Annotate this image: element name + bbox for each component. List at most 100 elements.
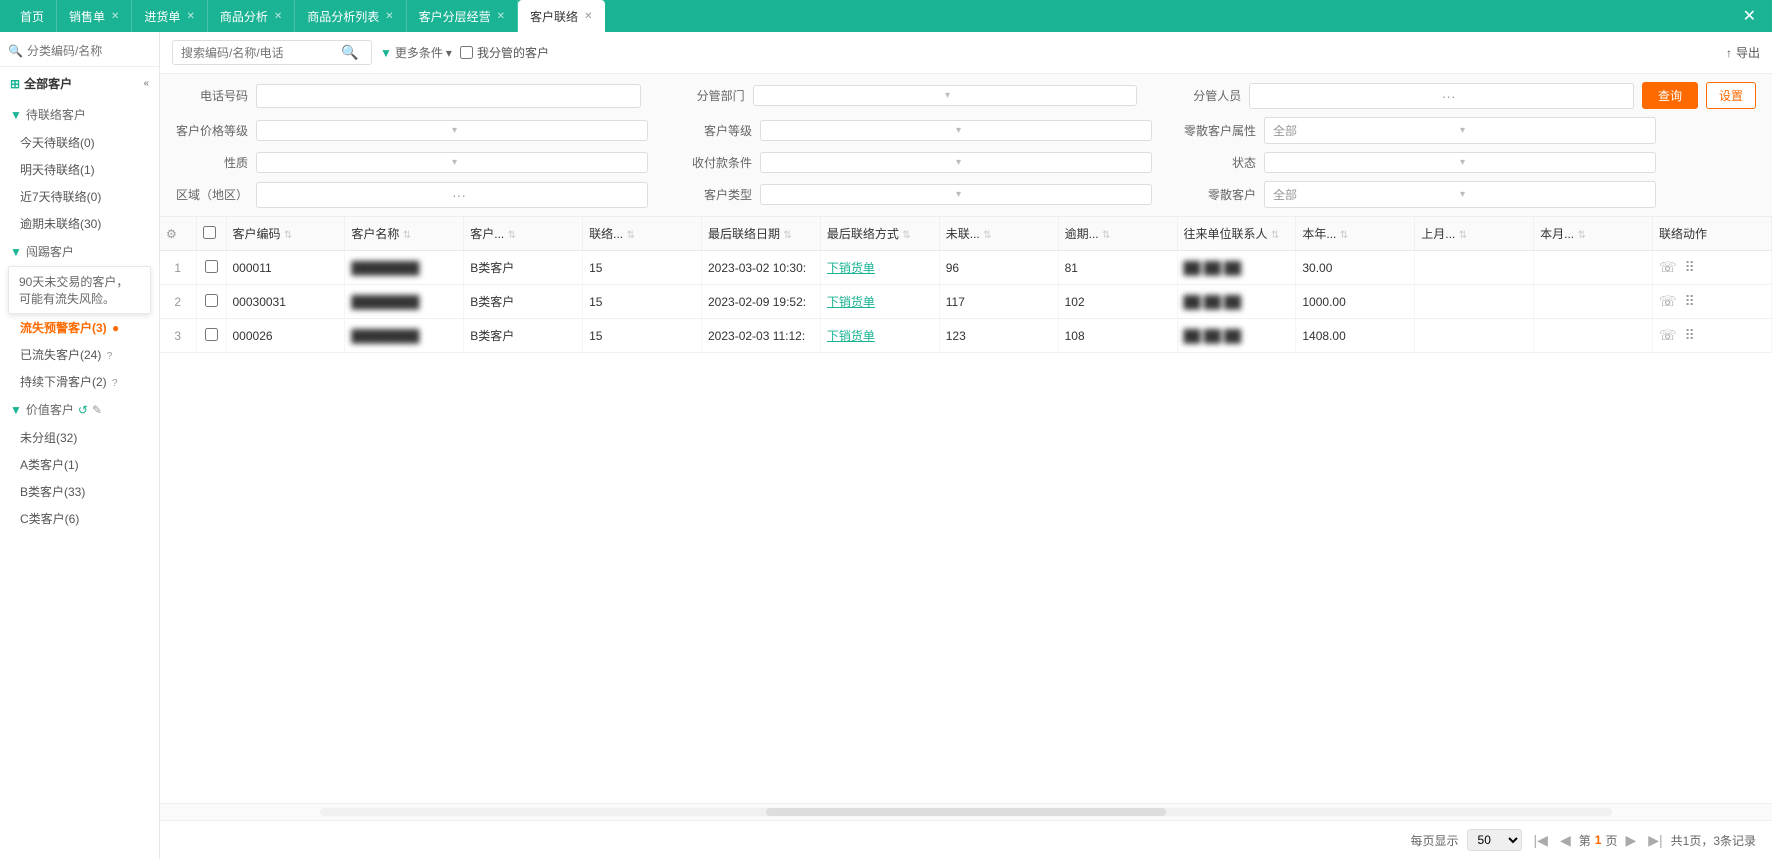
tab-purchase-close[interactable]: ✕ [186, 11, 194, 22]
zero-customer-select[interactable]: 全部 ▾ [1264, 181, 1656, 208]
warning-icon: ● [112, 321, 119, 335]
price-level-select[interactable]: ▾ [256, 120, 648, 141]
sort-code-icon[interactable]: ⇅ [284, 230, 292, 241]
tab-purchase[interactable]: 进货单 ✕ [132, 0, 207, 32]
sidebar-item-declining[interactable]: 持续下滑客户(2) ? [0, 368, 159, 395]
td-checkbox[interactable] [196, 319, 226, 353]
sidebar-group-lost[interactable]: ▼ 闯踢客户 [0, 237, 159, 266]
action-contact-icon-1[interactable]: ☏ [1659, 293, 1677, 310]
sidebar-all-customers[interactable]: ⊞ 全部客户 « [0, 67, 159, 100]
data-table: ⚙ 客户编码 ⇅ 客户名称 ⇅ [160, 217, 1772, 353]
sort-unit-contact-icon[interactable]: ⇅ [1271, 230, 1279, 241]
tab-customer-contact-close[interactable]: ✕ [584, 11, 592, 22]
customer-type-select[interactable]: ▾ [760, 184, 1152, 205]
td-last-method[interactable]: 下销货单 [820, 285, 939, 319]
action-more-icon-1[interactable]: ⠿ [1685, 293, 1695, 310]
tab-customer-contact[interactable]: 客户联络 ✕ [518, 0, 605, 32]
row-checkbox-2[interactable] [205, 328, 218, 341]
phone-input[interactable] [256, 84, 641, 108]
sidebar-search-input[interactable] [27, 44, 151, 58]
export-btn[interactable]: ↑ 导出 [1726, 44, 1760, 61]
td-last-method[interactable]: 下销货单 [820, 319, 939, 353]
sort-this-month-icon[interactable]: ⇅ [1577, 230, 1585, 241]
status-select[interactable]: ▾ [1264, 152, 1656, 173]
action-contact-icon-2[interactable]: ☏ [1659, 327, 1677, 344]
payment-select[interactable]: ▾ [760, 152, 1152, 173]
search-input[interactable] [181, 46, 341, 60]
sidebar-group-value[interactable]: ▼ 价值客户 ↺ ✎ [0, 395, 159, 424]
grid-settings-icon[interactable]: ⚙ [166, 227, 177, 241]
td-num: 1 [160, 251, 196, 285]
sort-not-contact-icon[interactable]: ⇅ [983, 230, 991, 241]
tab-customer-segment[interactable]: 客户分层经营 ✕ [407, 0, 518, 32]
window-close-btn[interactable]: ✕ [1735, 6, 1764, 26]
sidebar-item-unassigned[interactable]: 未分组(32) [0, 424, 159, 451]
refresh-icon[interactable]: ↺ [78, 403, 88, 417]
search-submit-icon[interactable]: 🔍 [341, 44, 358, 61]
staff-ellipsis[interactable]: ··· [1442, 88, 1625, 104]
sidebar-item-class-b[interactable]: B类客户(33) [0, 478, 159, 505]
settings-button[interactable]: 设置 [1706, 82, 1756, 109]
sort-this-year-icon[interactable]: ⇅ [1340, 230, 1348, 241]
td-overdue: 108 [1058, 319, 1177, 353]
tab-goods-analysis-list-close[interactable]: ✕ [385, 11, 393, 22]
sort-contact-icon[interactable]: ⇅ [626, 230, 634, 241]
edit-icon[interactable]: ✎ [92, 403, 102, 417]
tab-sales-close[interactable]: ✕ [111, 11, 119, 22]
sort-last-date-icon[interactable]: ⇅ [783, 230, 791, 241]
tab-goods-analysis[interactable]: 商品分析 ✕ [208, 0, 295, 32]
more-conditions-btn[interactable]: ▼ 更多条件 ▾ [380, 44, 452, 61]
sort-name-icon[interactable]: ⇅ [403, 230, 411, 241]
sidebar-item-7days[interactable]: 近7天待联络(0) [0, 183, 159, 210]
td-name: ████████ [345, 319, 464, 353]
last-page-btn[interactable]: ▶| [1644, 830, 1666, 851]
sidebar-item-class-c[interactable]: C类客户(6) [0, 505, 159, 532]
question-icon2: ? [112, 378, 118, 389]
first-page-btn[interactable]: |◀ [1530, 830, 1552, 851]
sidebar-item-today[interactable]: 今天待联络(0) [0, 129, 159, 156]
row-checkbox-0[interactable] [205, 260, 218, 273]
td-last-method[interactable]: 下销货单 [820, 251, 939, 285]
page-size-select[interactable]: 50 100 200 [1467, 829, 1522, 851]
sidebar-collapse-btn[interactable]: « [143, 78, 149, 89]
region-ellipsis[interactable]: ··· [452, 187, 639, 203]
gender-select[interactable]: ▾ [256, 152, 648, 173]
scrollbar-thumb[interactable] [766, 808, 1166, 816]
my-customers-checkbox[interactable]: 我分管的客户 [460, 44, 549, 61]
staff-select[interactable]: ··· [1249, 83, 1634, 109]
horizontal-scrollbar[interactable] [160, 803, 1772, 820]
sidebar-item-tomorrow[interactable]: 明天待联络(1) [0, 156, 159, 183]
tab-customer-segment-close[interactable]: ✕ [497, 11, 505, 22]
sort-level-icon[interactable]: ⇅ [508, 230, 516, 241]
tab-home[interactable]: 首页 [8, 0, 57, 32]
row-checkbox-1[interactable] [205, 294, 218, 307]
action-more-icon-0[interactable]: ⠿ [1685, 259, 1695, 276]
next-page-btn[interactable]: ▶ [1621, 830, 1640, 851]
action-more-icon-2[interactable]: ⠿ [1685, 327, 1695, 344]
prev-page-btn[interactable]: ◀ [1556, 830, 1575, 851]
sort-last-month-icon[interactable]: ⇅ [1459, 230, 1467, 241]
tab-goods-analysis-close[interactable]: ✕ [274, 11, 282, 22]
sidebar-item-class-a[interactable]: A类客户(1) [0, 451, 159, 478]
td-checkbox[interactable] [196, 285, 226, 319]
dept-select[interactable]: ▾ [753, 85, 1138, 106]
customer-level-select[interactable]: ▾ [760, 120, 1152, 141]
select-all-checkbox[interactable] [203, 226, 216, 239]
tab-sales[interactable]: 销售单 ✕ [57, 0, 132, 32]
sidebar-item-lost[interactable]: 已流失客户(24) ? [0, 341, 159, 368]
td-checkbox[interactable] [196, 251, 226, 285]
sort-overdue-icon[interactable]: ⇅ [1102, 230, 1110, 241]
sidebar-group-pending[interactable]: ▼ 待联络客户 [0, 100, 159, 129]
zero-attr-select[interactable]: 全部 ▾ [1264, 117, 1656, 144]
my-customers-check-input[interactable] [460, 46, 473, 59]
query-button[interactable]: 查询 [1642, 82, 1698, 109]
action-contact-icon-0[interactable]: ☏ [1659, 259, 1677, 276]
sort-last-method-icon[interactable]: ⇅ [902, 230, 910, 241]
sidebar-item-overdue[interactable]: 逾期未联络(30) [0, 210, 159, 237]
region-select[interactable]: ··· [256, 182, 648, 208]
filter-cell-zero-attr: 零散客户属性 全部 ▾ [1184, 117, 1656, 144]
tab-goods-analysis-list[interactable]: 商品分析列表 ✕ [295, 0, 406, 32]
chevron-down-icon: ▾ [446, 46, 452, 60]
sidebar-item-lost-warning[interactable]: 流失预警客户(3) ● [0, 314, 159, 341]
td-contact: 15 [583, 251, 702, 285]
